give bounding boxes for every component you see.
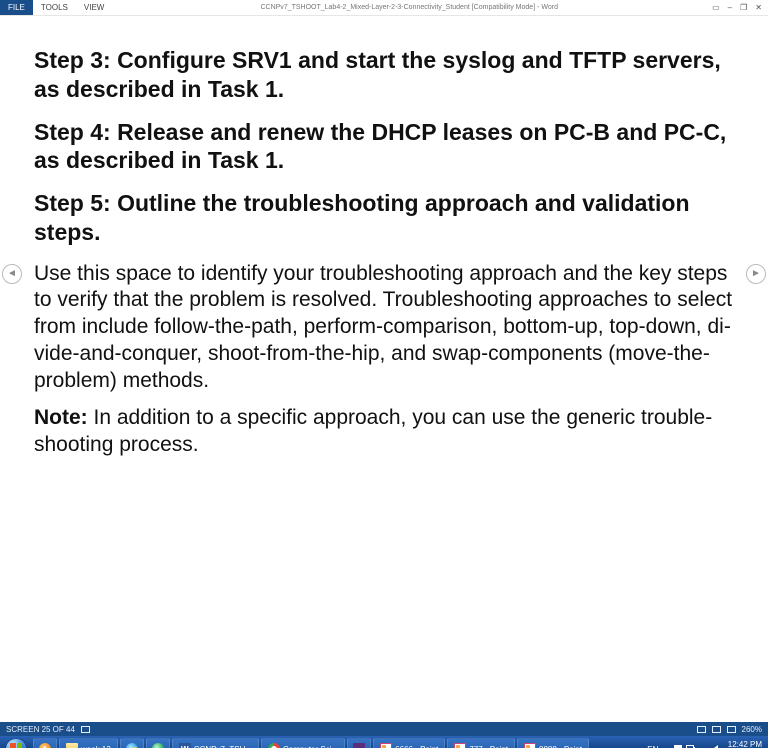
chrome-icon <box>268 743 280 748</box>
status-icon[interactable] <box>81 726 90 733</box>
language-indicator[interactable]: EN <box>647 745 658 748</box>
chevron-left-icon: ◄ <box>7 269 17 279</box>
note-text: In addition to a specific approach, you … <box>34 406 712 456</box>
heading-step5: Step 5: Outline the troubleshooting appr… <box>34 189 734 247</box>
menu-file[interactable]: FILE <box>0 0 33 15</box>
chevron-right-icon: ► <box>751 269 761 279</box>
taskbar-label: 6666 - Paint <box>395 745 438 748</box>
close-icon[interactable]: ✕ <box>755 3 762 12</box>
ribbon-options-icon[interactable]: ▭ <box>712 3 720 12</box>
heading-step3: Step 3: Configure SRV1 and start the sys… <box>34 46 734 104</box>
reading-view: ◄ ► Step 3: Configure SRV1 and start the… <box>0 16 768 722</box>
view-read-icon[interactable] <box>697 726 706 733</box>
taskbar-label: 777 - Paint <box>469 745 508 748</box>
start-button[interactable] <box>0 736 32 748</box>
taskbar-label: week 13 <box>81 745 111 748</box>
paragraph-note: Note: In addition to a specific approach… <box>34 405 734 459</box>
windows-logo-icon <box>6 739 26 748</box>
paint-icon <box>380 743 392 748</box>
taskbar-label: 8888 - Paint <box>539 745 582 748</box>
taskbar-paint-777[interactable]: 777 - Paint <box>447 738 515 748</box>
zoom-level[interactable]: 260% <box>742 725 762 734</box>
heading-step4: Step 4: Release and renew the DHCP lease… <box>34 118 734 176</box>
taskbar-clock[interactable]: 12:42 PM 4/27/2019 <box>722 741 762 748</box>
clock-time: 12:42 PM <box>726 741 762 748</box>
taskbar-explorer-week13[interactable]: week 13 <box>59 738 118 748</box>
paint-icon <box>454 743 466 748</box>
paragraph-approach: Use this space to identify your troubles… <box>34 261 734 395</box>
view-web-icon[interactable] <box>727 726 736 733</box>
folder-icon <box>66 743 78 748</box>
media-player-icon <box>39 743 51 748</box>
globe-icon <box>152 743 164 748</box>
snip-icon <box>353 743 365 748</box>
window-title: CCNPv7_TSHOOT_Lab4-2_Mixed-Layer-2-3-Con… <box>112 0 706 15</box>
menu-view[interactable]: VIEW <box>76 0 112 15</box>
taskbar-label: Computer Sci... <box>283 745 338 748</box>
taskbar-paint-8888[interactable]: 8888 - Paint <box>517 738 589 748</box>
windows-taskbar: week 13 W CCNPv7_TSH... Computer Sci... … <box>0 736 768 748</box>
next-screen-button[interactable]: ► <box>746 264 766 284</box>
document-content: Step 3: Configure SRV1 and start the sys… <box>34 46 734 469</box>
taskbar-snipping-tool[interactable] <box>347 738 371 748</box>
ie-icon <box>126 743 138 748</box>
taskbar-app-globe[interactable] <box>146 738 170 748</box>
taskbar-chrome[interactable]: Computer Sci... <box>261 738 345 748</box>
window-controls: ▭ – ❐ ✕ <box>706 0 768 15</box>
restore-icon[interactable]: ❐ <box>740 3 747 12</box>
taskbar-media-player[interactable] <box>33 738 57 748</box>
paint-icon <box>524 743 536 748</box>
menu-tools[interactable]: TOOLS <box>33 0 76 15</box>
system-tray: EN 12:42 PM 4/27/2019 <box>639 736 768 748</box>
taskbar-label: CCNPv7_TSH... <box>194 745 252 748</box>
minimize-icon[interactable]: – <box>728 3 732 12</box>
word-status-bar: SCREEN 25 OF 44 260% <box>0 722 768 736</box>
note-label: Note: <box>34 406 88 429</box>
view-print-icon[interactable] <box>712 726 721 733</box>
taskbar-paint-6666[interactable]: 6666 - Paint <box>373 738 445 748</box>
prev-screen-button[interactable]: ◄ <box>2 264 22 284</box>
word-menubar: FILE TOOLS VIEW CCNPv7_TSHOOT_Lab4-2_Mix… <box>0 0 768 16</box>
taskbar-word-doc[interactable]: W CCNPv7_TSH... <box>172 738 259 748</box>
taskbar-internet-explorer[interactable] <box>120 738 144 748</box>
screen-indicator[interactable]: SCREEN 25 OF 44 <box>6 725 75 734</box>
word-icon: W <box>179 743 191 748</box>
